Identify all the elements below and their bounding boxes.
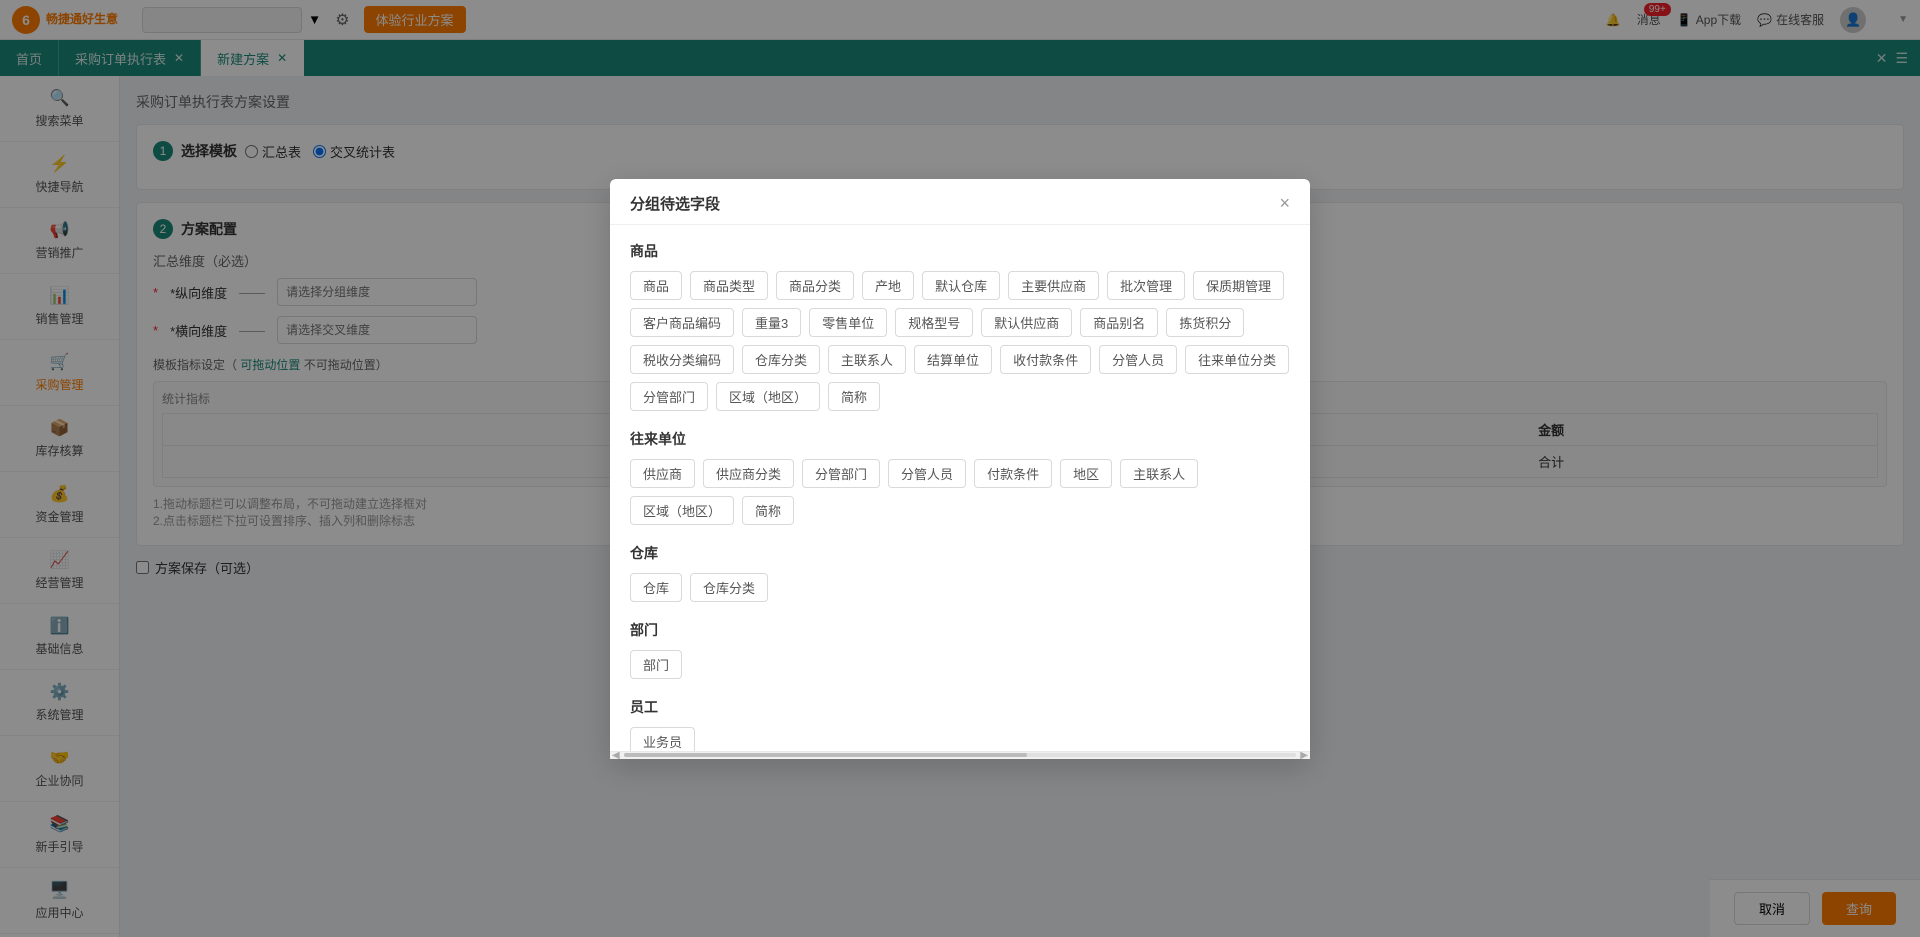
category-partner: 往来单位 供应商 供应商分类 分管部门 分管人员 付款条件 地区 主联系人 区域… <box>630 429 1290 525</box>
modal-body[interactable]: 商品 商品 商品类型 商品分类 产地 默认仓库 主要供应商 批次管理 保质期管理… <box>610 225 1310 751</box>
field-tag-partner-category[interactable]: 往来单位分类 <box>1185 345 1289 374</box>
scroll-right-arrow[interactable]: ▶ <box>1300 750 1308 761</box>
modal-close-button[interactable]: × <box>1279 194 1290 212</box>
field-tag-shelf-life[interactable]: 保质期管理 <box>1193 271 1284 300</box>
field-tag-dept[interactable]: 分管部门 <box>630 382 708 411</box>
field-tag-payment-cond[interactable]: 付款条件 <box>974 459 1052 488</box>
scrollbar-thumb[interactable] <box>624 753 1028 757</box>
field-tag-warehouse-category[interactable]: 仓库分类 <box>742 345 820 374</box>
field-tag-goods-type[interactable]: 商品类型 <box>690 271 768 300</box>
category-warehouse-title: 仓库 <box>630 543 1290 563</box>
field-tag-region-goods[interactable]: 区域（地区） <box>716 382 820 411</box>
field-tag-payment-terms[interactable]: 收付款条件 <box>1000 345 1091 374</box>
field-tag-short-name-partner[interactable]: 简称 <box>742 496 794 525</box>
category-dept-tags: 部门 <box>630 650 1290 679</box>
field-tag-goods[interactable]: 商品 <box>630 271 682 300</box>
field-tag-area[interactable]: 地区 <box>1060 459 1112 488</box>
modal-horizontal-scrollbar[interactable]: ◀ ▶ <box>610 751 1310 759</box>
modal-title: 分组待选字段 <box>630 193 720 214</box>
field-tag-weight3[interactable]: 重量3 <box>742 308 801 337</box>
modal-header: 分组待选字段 × <box>610 179 1310 225</box>
category-dept-title: 部门 <box>630 620 1290 640</box>
field-tag-main-contact-partner[interactable]: 主联系人 <box>1120 459 1198 488</box>
field-tag-tax-code[interactable]: 税收分类编码 <box>630 345 734 374</box>
field-tag-warehouse-cat[interactable]: 仓库分类 <box>690 573 768 602</box>
field-tag-responsible-person[interactable]: 分管人员 <box>1099 345 1177 374</box>
scroll-left-arrow[interactable]: ◀ <box>612 750 620 761</box>
field-tag-customer-code[interactable]: 客户商品编码 <box>630 308 734 337</box>
field-tag-department[interactable]: 部门 <box>630 650 682 679</box>
modal-dialog: 分组待选字段 × 商品 商品 商品类型 商品分类 产地 默认仓库 主要供应商 批… <box>610 179 1310 759</box>
field-tag-warehouse[interactable]: 仓库 <box>630 573 682 602</box>
field-tag-main-supplier[interactable]: 主要供应商 <box>1008 271 1099 300</box>
field-tag-origin[interactable]: 产地 <box>862 271 914 300</box>
field-tag-retail-unit[interactable]: 零售单位 <box>809 308 887 337</box>
field-tag-supplier-category[interactable]: 供应商分类 <box>703 459 794 488</box>
category-warehouse: 仓库 仓库 仓库分类 <box>630 543 1290 602</box>
category-employee: 员工 业务员 <box>630 697 1290 751</box>
field-tag-default-supplier[interactable]: 默认供应商 <box>981 308 1072 337</box>
category-dept: 部门 部门 <box>630 620 1290 679</box>
field-tag-batch-mgmt[interactable]: 批次管理 <box>1107 271 1185 300</box>
category-goods-tags: 商品 商品类型 商品分类 产地 默认仓库 主要供应商 批次管理 保质期管理 客户… <box>630 271 1290 411</box>
modal-overlay: 分组待选字段 × 商品 商品 商品类型 商品分类 产地 默认仓库 主要供应商 批… <box>0 0 1920 937</box>
field-tag-short-name-goods[interactable]: 简称 <box>828 382 880 411</box>
field-tag-main-contact[interactable]: 主联系人 <box>828 345 906 374</box>
category-warehouse-tags: 仓库 仓库分类 <box>630 573 1290 602</box>
field-tag-goods-category[interactable]: 商品分类 <box>776 271 854 300</box>
field-tag-supplier[interactable]: 供应商 <box>630 459 695 488</box>
category-partner-tags: 供应商 供应商分类 分管部门 分管人员 付款条件 地区 主联系人 区域（地区） … <box>630 459 1290 525</box>
category-goods-title: 商品 <box>630 241 1290 261</box>
category-goods: 商品 商品 商品类型 商品分类 产地 默认仓库 主要供应商 批次管理 保质期管理… <box>630 241 1290 411</box>
field-tag-default-warehouse[interactable]: 默认仓库 <box>922 271 1000 300</box>
field-tag-pick-score[interactable]: 拣货积分 <box>1166 308 1244 337</box>
field-tag-spec-model[interactable]: 规格型号 <box>895 308 973 337</box>
field-tag-settlement-unit[interactable]: 结算单位 <box>914 345 992 374</box>
field-tag-region-partner[interactable]: 区域（地区） <box>630 496 734 525</box>
category-partner-title: 往来单位 <box>630 429 1290 449</box>
field-tag-partner-person[interactable]: 分管人员 <box>888 459 966 488</box>
scrollbar-track <box>624 753 1297 757</box>
field-tag-partner-dept[interactable]: 分管部门 <box>802 459 880 488</box>
category-employee-tags: 业务员 <box>630 727 1290 751</box>
category-employee-title: 员工 <box>630 697 1290 717</box>
field-tag-salesperson[interactable]: 业务员 <box>630 727 695 751</box>
field-tag-goods-alias[interactable]: 商品别名 <box>1080 308 1158 337</box>
